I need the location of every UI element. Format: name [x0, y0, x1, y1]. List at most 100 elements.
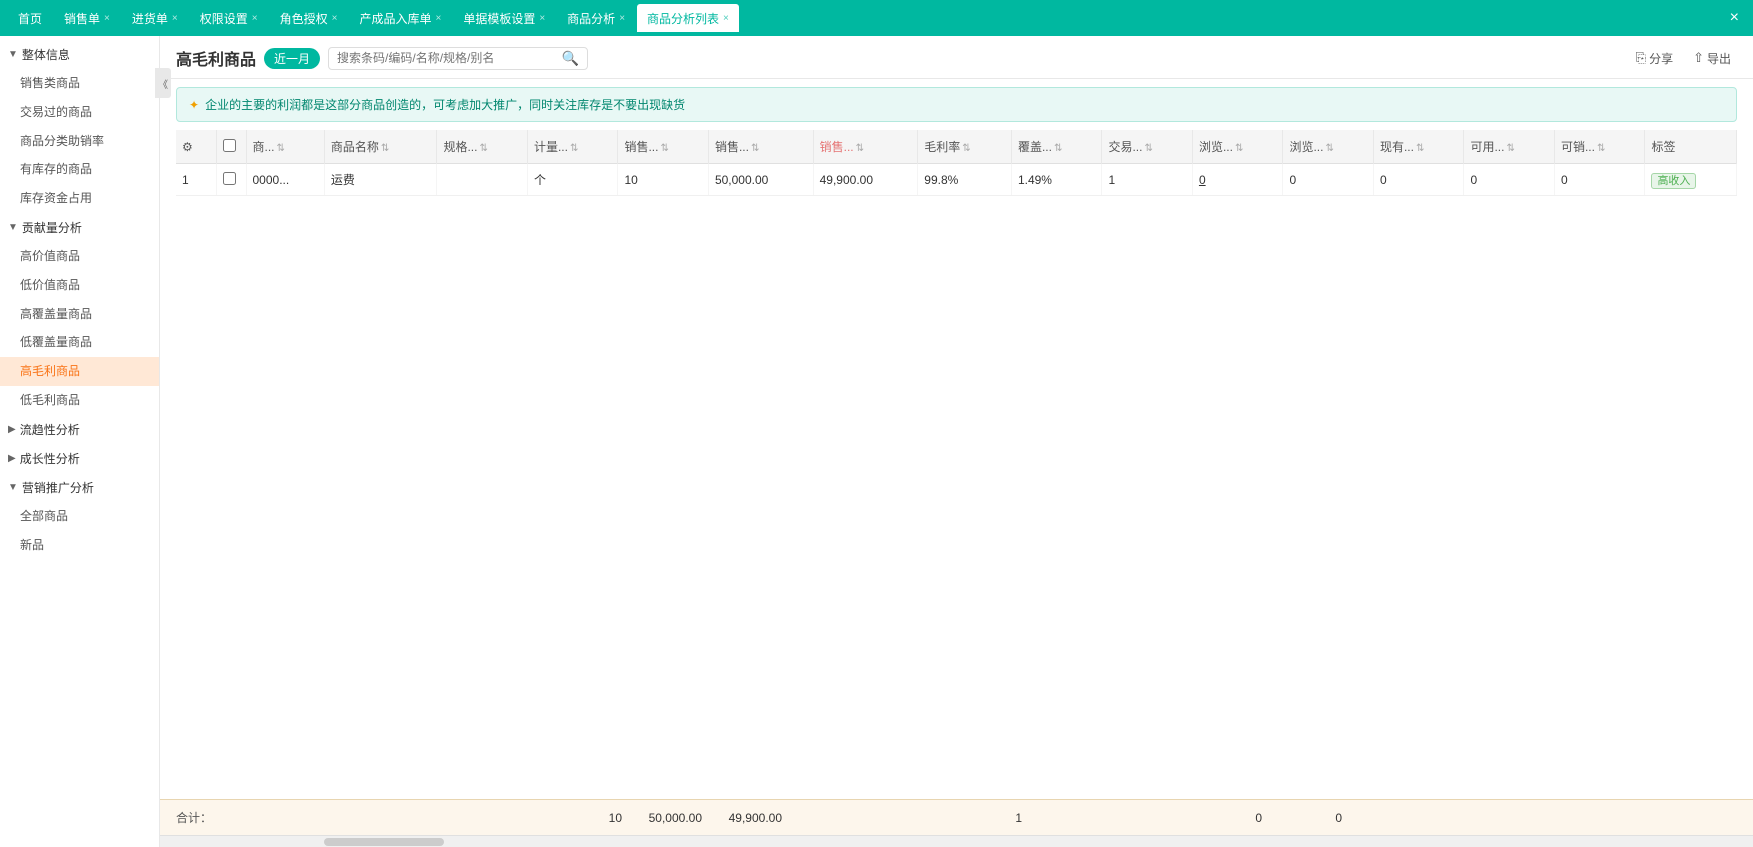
tab-product-warehouse[interactable]: 产成品入库单 × — [349, 4, 451, 32]
close-all-tabs[interactable]: × — [1724, 9, 1745, 27]
content-header: 高毛利商品 近一月 🔍 ⎘ 分享 ⇧ 导出 — [160, 36, 1753, 79]
footer-cell-empty3 — [468, 811, 548, 825]
sidebar-item-stock-fund[interactable]: 库存资金占用 — [0, 184, 159, 213]
filter-recent-month-button[interactable]: 近一月 — [264, 48, 320, 69]
close-icon[interactable]: × — [723, 13, 729, 24]
col-tag: 标签 — [1645, 130, 1737, 164]
col-stock3: 可销...⇅ — [1554, 130, 1645, 164]
sidebar-group-overall[interactable]: ▼ 整体信息 — [0, 40, 159, 69]
sidebar-item-low-gross[interactable]: 低毛利商品 — [0, 386, 159, 415]
info-icon: ✦ — [189, 98, 199, 112]
col-sales3: 销售...⇅ — [813, 130, 918, 164]
cell-checkbox[interactable] — [216, 164, 246, 196]
sidebar-item-high-value[interactable]: 高价值商品 — [0, 242, 159, 271]
sidebar-group-trend[interactable]: ▶ 流趋性分析 — [0, 415, 159, 444]
cell-unit: 个 — [527, 164, 618, 196]
tab-product-analysis[interactable]: 商品分析 × — [557, 4, 635, 32]
footer-sales1: 10 — [548, 811, 628, 825]
close-icon[interactable]: × — [252, 13, 258, 24]
header-actions: ⎘ 分享 ⇧ 导出 — [1630, 48, 1737, 69]
cell-views1[interactable]: 0 — [1192, 164, 1283, 196]
sort-icon[interactable]: ⇅ — [1325, 143, 1333, 154]
close-icon[interactable]: × — [619, 13, 625, 24]
cell-name: 运费 — [324, 164, 437, 196]
sidebar-item-low-value[interactable]: 低价值商品 — [0, 271, 159, 300]
sort-icon[interactable]: ⇅ — [1416, 143, 1424, 154]
col-stock1: 现有...⇅ — [1373, 130, 1464, 164]
close-icon[interactable]: × — [332, 13, 338, 24]
sidebar-item-new-goods[interactable]: 新品 — [0, 531, 159, 560]
sidebar-item-all-goods[interactable]: 全部商品 — [0, 502, 159, 531]
cell-stock3: 0 — [1554, 164, 1645, 196]
chevron-right-icon: ▶ — [8, 424, 16, 435]
sort-icon[interactable]: ⇅ — [962, 143, 970, 154]
sort-icon[interactable]: ⇅ — [660, 143, 668, 154]
footer-sales2: 50,000.00 — [628, 811, 708, 825]
sidebar-item-category-rate[interactable]: 商品分类助销率 — [0, 127, 159, 156]
sort-icon[interactable]: ⇅ — [1597, 143, 1605, 154]
sidebar-item-in-stock-goods[interactable]: 有库存的商品 — [0, 155, 159, 184]
horizontal-scrollbar[interactable] — [160, 835, 1753, 847]
top-navigation: 首页 销售单 × 进货单 × 权限设置 × 角色授权 × 产成品入库单 × 单据… — [0, 0, 1753, 36]
sort-icon[interactable]: ⇅ — [1235, 143, 1243, 154]
sort-icon[interactable]: ⇅ — [1054, 143, 1062, 154]
tab-role-auth[interactable]: 角色授权 × — [270, 4, 348, 32]
tab-permission-settings[interactable]: 权限设置 × — [190, 4, 268, 32]
close-icon[interactable]: × — [435, 13, 441, 24]
select-all-checkbox[interactable] — [223, 139, 236, 152]
col-gross-rate: 毛利率⇅ — [918, 130, 1012, 164]
close-icon[interactable]: × — [172, 13, 178, 24]
close-icon[interactable]: × — [539, 13, 545, 24]
col-views1: 浏览...⇅ — [1192, 130, 1283, 164]
sort-icon[interactable]: ⇅ — [1144, 143, 1152, 154]
sidebar-collapse-button[interactable]: 《 — [155, 68, 171, 98]
cell-code: 0000... — [246, 164, 324, 196]
col-sales1: 销售...⇅ — [618, 130, 709, 164]
sidebar-item-traded-goods[interactable]: 交易过的商品 — [0, 98, 159, 127]
sort-icon[interactable]: ⇅ — [1506, 143, 1514, 154]
col-coverage: 覆盖...⇅ — [1011, 130, 1102, 164]
tab-home[interactable]: 首页 — [8, 4, 52, 32]
sidebar-group-marketing[interactable]: ▼ 营销推广分析 — [0, 473, 159, 502]
footer-stock2: 0 — [1268, 811, 1348, 825]
chevron-right-icon: ▶ — [8, 453, 16, 464]
product-table: ⚙ 商...⇅ 商品名称⇅ 规格...⇅ 计量...⇅ 销售...⇅ 销售...… — [176, 130, 1737, 196]
col-checkbox[interactable] — [216, 130, 246, 164]
sort-icon[interactable]: ⇅ — [751, 143, 759, 154]
footer-empty-views2 — [1108, 811, 1188, 825]
sidebar: ▼ 整体信息 销售类商品 交易过的商品 商品分类助销率 有库存的商品 库存资金占… — [0, 36, 160, 847]
tab-purchase-order[interactable]: 进货单 × — [122, 4, 188, 32]
export-button[interactable]: ⇧ 导出 — [1687, 48, 1737, 69]
sidebar-item-high-gross[interactable]: 高毛利商品 — [0, 357, 159, 386]
footer-empty-views1 — [1028, 811, 1108, 825]
col-settings[interactable]: ⚙ — [176, 130, 216, 164]
tab-template-settings[interactable]: 单据模板设置 × — [453, 4, 555, 32]
export-icon: ⇧ — [1693, 50, 1704, 66]
sort-icon[interactable]: ⇅ — [570, 143, 578, 154]
sidebar-item-high-coverage[interactable]: 高覆盖量商品 — [0, 300, 159, 329]
table-header-row: ⚙ 商...⇅ 商品名称⇅ 规格...⇅ 计量...⇅ 销售...⇅ 销售...… — [176, 130, 1737, 164]
row-checkbox[interactable] — [223, 172, 236, 185]
search-icon[interactable]: 🔍 — [562, 50, 579, 67]
scrollbar-thumb[interactable] — [324, 838, 444, 846]
search-input[interactable] — [337, 51, 558, 65]
sidebar-group-growth[interactable]: ▶ 成长性分析 — [0, 444, 159, 473]
cell-views2: 0 — [1283, 164, 1374, 196]
sort-icon[interactable]: ⇅ — [856, 143, 864, 154]
col-name: 商品名称⇅ — [324, 130, 437, 164]
cell-sales3: 49,900.00 — [813, 164, 918, 196]
col-transactions: 交易...⇅ — [1102, 130, 1193, 164]
sort-icon[interactable]: ⇅ — [479, 143, 487, 154]
close-icon[interactable]: × — [104, 13, 110, 24]
tab-product-analysis-list[interactable]: 商品分析列表 × — [637, 4, 739, 32]
tab-sales-order[interactable]: 销售单 × — [54, 4, 120, 32]
sidebar-item-sales-goods[interactable]: 销售类商品 — [0, 69, 159, 98]
total-label: 合计： — [176, 809, 212, 826]
sidebar-group-contribution[interactable]: ▼ 贡献量分析 — [0, 213, 159, 242]
sort-icon[interactable]: ⇅ — [381, 143, 389, 154]
sidebar-item-low-coverage[interactable]: 低覆盖量商品 — [0, 328, 159, 357]
page-title: 高毛利商品 — [176, 46, 256, 70]
cell-coverage: 1.49% — [1011, 164, 1102, 196]
sort-icon[interactable]: ⇅ — [277, 143, 285, 154]
share-button[interactable]: ⎘ 分享 — [1630, 48, 1679, 69]
